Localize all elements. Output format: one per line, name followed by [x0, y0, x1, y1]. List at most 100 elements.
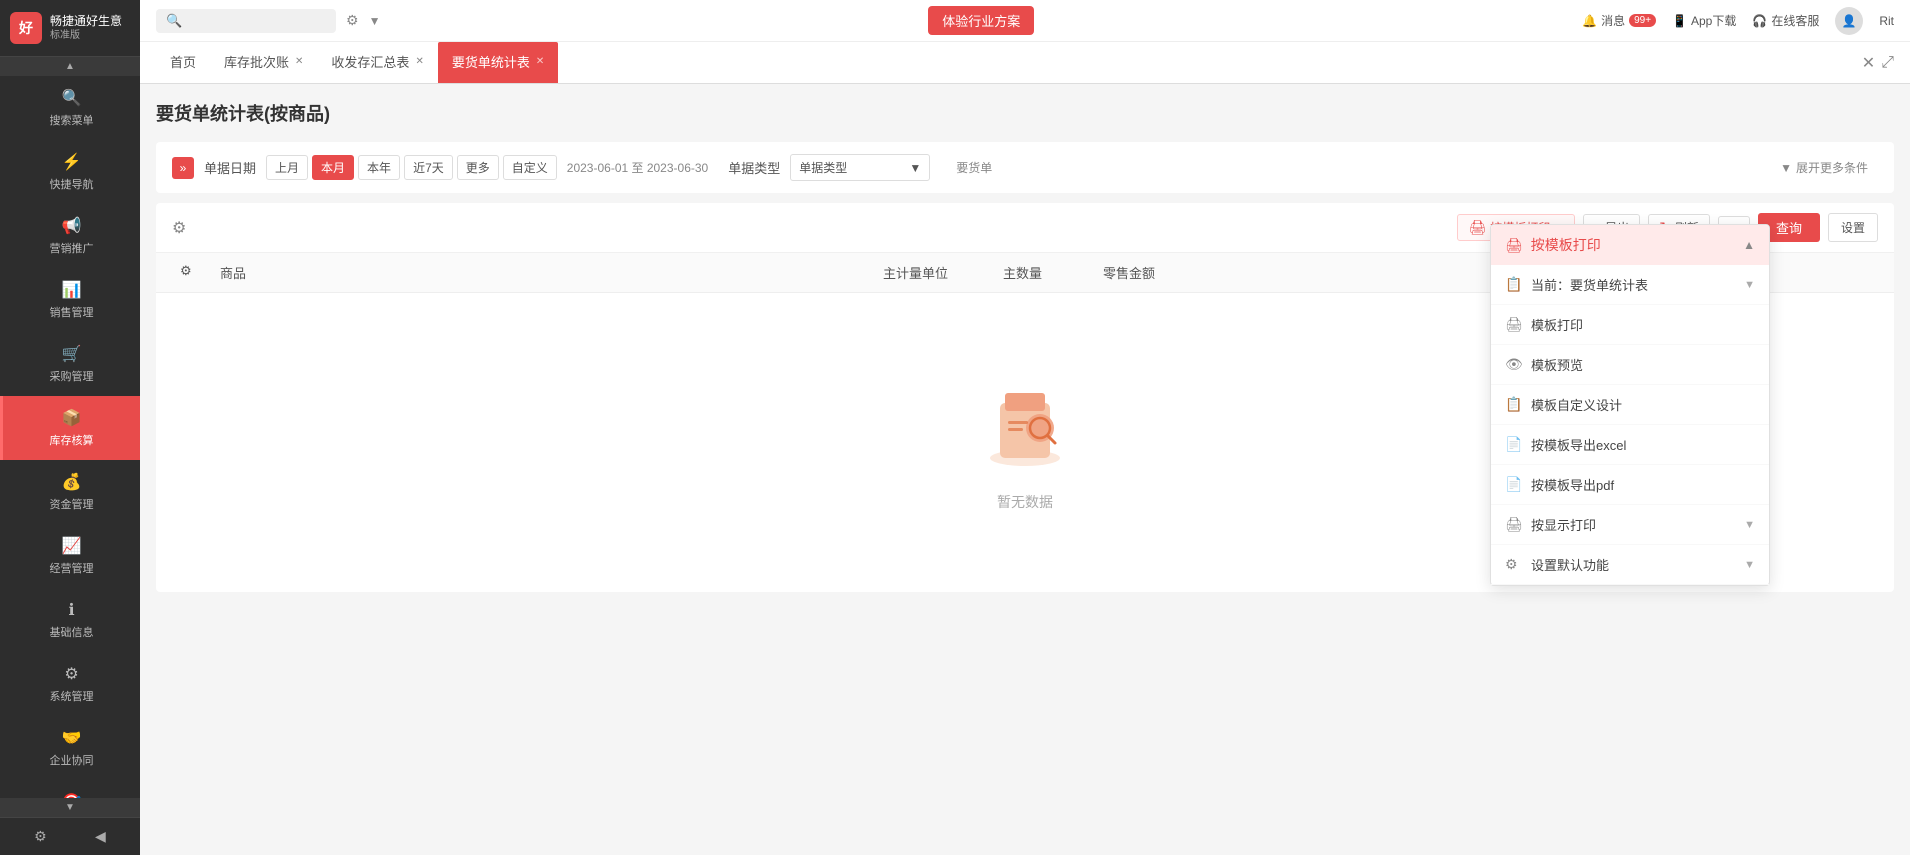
current-template-item[interactable]: 📋 当前：要货单统计表 ▼: [1491, 265, 1769, 305]
gear-icon[interactable]: ⚙: [346, 12, 359, 29]
sidebar-item-operations[interactable]: 📈 经营管理: [0, 524, 140, 588]
app-logo-icon: 好: [10, 12, 42, 44]
template-print-icon: 🖨: [1505, 316, 1521, 333]
th-settings: ⚙: [172, 253, 212, 292]
template-preview-label: 模板预览: [1531, 355, 1583, 374]
sidebar-item-sales[interactable]: 📊 销售管理: [0, 268, 140, 332]
printer-icon: 🖨: [1468, 219, 1486, 236]
date-range-display: 2023-06-01 至 2023-06-30: [567, 159, 708, 176]
set-default-arrow-icon: ▼: [1744, 559, 1755, 571]
export-pdf-item[interactable]: 📄 按模板导出pdf: [1491, 465, 1769, 505]
basic-icon: ℹ: [68, 600, 74, 620]
finance-icon: 💰: [62, 472, 82, 492]
tab-receipt-summary[interactable]: 收发存汇总表 ✕: [317, 42, 437, 83]
filter-toggle-btn[interactable]: »: [172, 157, 194, 179]
date-btn-custom[interactable]: 自定义: [503, 155, 557, 180]
online-service-btn[interactable]: 🎧 在线客服: [1752, 12, 1819, 29]
mobile-icon: 📱: [1672, 14, 1687, 28]
dropdown-title: 按模板打印: [1531, 235, 1601, 255]
tab-close-receipt-summary[interactable]: ✕: [415, 56, 423, 67]
headset-icon: 🎧: [1752, 14, 1767, 28]
sidebar-item-label: 企业协同: [50, 752, 94, 768]
settings-col-icon[interactable]: ⚙: [180, 263, 192, 278]
template-preview-item[interactable]: 👁 模板预览: [1491, 345, 1769, 385]
current-icon: 📋: [1505, 276, 1521, 293]
sidebar-item-guide[interactable]: 🎯 新手引导: [0, 780, 140, 798]
settings-icon[interactable]: ⚙: [34, 828, 47, 845]
th-retail-amount: 零售金额: [1095, 253, 1215, 292]
date-btn-more[interactable]: 更多: [457, 155, 499, 180]
tab-close-order-stats[interactable]: ✕: [536, 56, 544, 67]
display-print-item[interactable]: 🖨 按显示打印 ▼: [1491, 505, 1769, 545]
sidebar-bottom: ⚙ ◀: [0, 817, 140, 855]
topbar: 🔍 ⚙ ▼ 体验行业方案 🔔 消息 99+ 📱 App下载 🎧 在线客服 �: [140, 0, 1910, 42]
template-print-item[interactable]: 🖨 模板打印: [1491, 305, 1769, 345]
date-btn-last-month[interactable]: 上月: [266, 155, 308, 180]
gear-settings-icon[interactable]: ⚙: [172, 218, 186, 238]
template-preview-icon: 👁: [1505, 356, 1521, 373]
empty-illustration: [975, 373, 1075, 476]
export-excel-item[interactable]: 📄 按模板导出excel: [1491, 425, 1769, 465]
avatar[interactable]: 👤: [1835, 7, 1863, 35]
tab-home[interactable]: 首页: [156, 42, 210, 83]
date-btn-7days[interactable]: 近7天: [404, 155, 453, 180]
sidebar: 好 畅捷通好生意 标准版 ▲ 🔍 搜索菜单 ⚡ 快捷导航 📢 营销推广 📊 销售…: [0, 0, 140, 855]
template-design-label: 模板自定义设计: [1531, 395, 1622, 414]
sidebar-item-finance[interactable]: 💰 资金管理: [0, 460, 140, 524]
messages-btn[interactable]: 🔔 消息 99+: [1582, 12, 1656, 29]
date-btn-this-month[interactable]: 本月: [312, 155, 354, 180]
sidebar-scroll-up[interactable]: ▲: [0, 57, 140, 76]
date-btn-this-year[interactable]: 本年: [358, 155, 400, 180]
tab-order-stats[interactable]: 要货单统计表 ✕: [438, 42, 558, 83]
template-design-item[interactable]: 📋 模板自定义设计: [1491, 385, 1769, 425]
dropdown-arrow[interactable]: ▼: [369, 14, 381, 28]
export-pdf-label: 按模板导出pdf: [1531, 475, 1614, 494]
template-design-icon: 📋: [1505, 396, 1521, 413]
sidebar-item-label: 库存核算: [50, 432, 94, 448]
expand-more-btn[interactable]: ▼ 展开更多条件: [1770, 155, 1878, 180]
sidebar-item-quicknav[interactable]: ⚡ 快捷导航: [0, 140, 140, 204]
page-title: 要货单统计表(按商品): [156, 100, 1894, 126]
inventory-icon: 📦: [62, 408, 82, 428]
sidebar-item-purchase[interactable]: 🛒 采购管理: [0, 332, 140, 396]
sidebar-item-inventory[interactable]: 📦 库存核算: [0, 396, 140, 460]
th-unit: 主计量单位: [875, 253, 995, 292]
settings-btn[interactable]: 设置: [1828, 213, 1878, 242]
marketing-icon: 📢: [62, 216, 82, 236]
main-area: 🔍 ⚙ ▼ 体验行业方案 🔔 消息 99+ 📱 App下载 🎧 在线客服 �: [140, 0, 1910, 855]
sidebar-item-system[interactable]: ⚙ 系统管理: [0, 652, 140, 716]
tab-close-all-btn[interactable]: ✕: [1862, 53, 1875, 73]
dropdown-close-icon[interactable]: ▲: [1743, 238, 1755, 252]
tab-maximize-btn[interactable]: ⤢: [1881, 54, 1894, 72]
sidebar-item-marketing[interactable]: 📢 营销推广: [0, 204, 140, 268]
set-default-item[interactable]: ⚙ 设置默认功能 ▼: [1491, 545, 1769, 585]
sidebar-item-label: 搜索菜单: [50, 112, 94, 128]
sidebar-item-collab[interactable]: 🤝 企业协同: [0, 716, 140, 780]
tab-inventory-batch[interactable]: 库存批次账 ✕: [210, 42, 317, 83]
trial-btn[interactable]: 体验行业方案: [928, 6, 1034, 35]
export-excel-label: 按模板导出excel: [1531, 435, 1626, 454]
set-default-label: 设置默认功能: [1531, 555, 1609, 574]
collab-icon: 🤝: [62, 728, 82, 748]
search-icon: 🔍: [166, 13, 182, 29]
sidebar-item-basic[interactable]: ℹ 基础信息: [0, 588, 140, 652]
expand-right-icon: ▼: [1744, 519, 1755, 531]
sidebar-scroll-down[interactable]: ▼: [0, 798, 140, 817]
collapse-icon[interactable]: ◀: [95, 828, 106, 845]
type-select[interactable]: 单据类型 ▼: [790, 154, 930, 181]
sidebar-item-label: 快捷导航: [50, 176, 94, 192]
table-toolbar-left: ⚙: [172, 218, 186, 238]
topbar-search-box[interactable]: 🔍: [156, 9, 336, 33]
set-default-icon: ⚙: [1505, 556, 1521, 573]
filter-bar: » 单据日期 上月 本月 本年 近7天 更多 自定义 2023-06-01 至 …: [156, 142, 1894, 193]
sidebar-item-label: 系统管理: [50, 688, 94, 704]
app-download-btn[interactable]: 📱 App下载: [1672, 12, 1736, 29]
topbar-left: 🔍 ⚙ ▼: [156, 9, 380, 33]
sidebar-item-label: 采购管理: [50, 368, 94, 384]
sidebar-item-label: 基础信息: [50, 624, 94, 640]
tabs-actions: ✕ ⤢: [1862, 53, 1894, 73]
display-print-icon: 🖨: [1505, 516, 1521, 533]
sidebar-item-search[interactable]: 🔍 搜索菜单: [0, 76, 140, 140]
tab-close-inventory-batch[interactable]: ✕: [295, 56, 303, 67]
topbar-search-input[interactable]: [188, 14, 308, 28]
